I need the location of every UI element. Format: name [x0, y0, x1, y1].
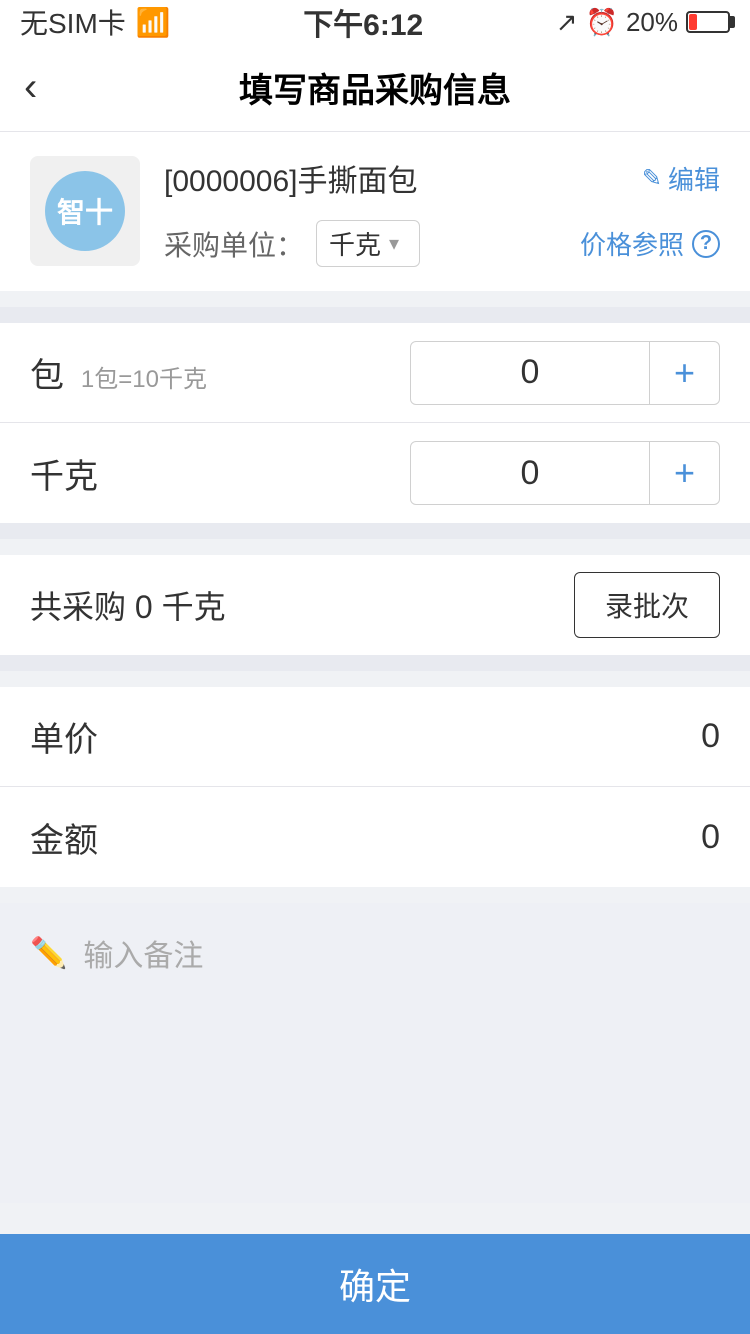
- kg-quantity-input[interactable]: 0: [410, 441, 650, 505]
- battery-icon: [686, 11, 730, 33]
- status-left: 无SIM卡 📶: [20, 2, 171, 42]
- location-icon: ↗: [556, 7, 578, 38]
- product-name: [0000006]手撕面包: [164, 156, 417, 200]
- product-image: 智十: [30, 156, 140, 266]
- total-row: 共采购 0 千克 录批次: [0, 555, 750, 655]
- input-section: 包 1包=10千克 0 + 千克 0 +: [0, 323, 750, 523]
- status-time: 下午6:12: [303, 0, 423, 44]
- kg-value: 0: [521, 454, 540, 493]
- wifi-icon: 📶: [136, 6, 171, 39]
- edit-button[interactable]: ✎ 编辑: [642, 160, 720, 197]
- price-ref-label: 价格参照: [580, 225, 684, 262]
- bao-input-right: 0 +: [410, 341, 720, 405]
- price-info-section: 单价 0 金额 0: [0, 687, 750, 887]
- bao-label-group: 包 1包=10千克: [30, 348, 207, 397]
- amount-value: 0: [701, 818, 720, 857]
- back-button[interactable]: ‹: [24, 65, 37, 110]
- kg-label: 千克: [30, 458, 98, 496]
- edit-label: 编辑: [668, 160, 720, 197]
- unit-value: 千克: [329, 225, 381, 262]
- pencil-icon: ✏️: [30, 936, 67, 971]
- product-logo: 智十: [45, 171, 125, 251]
- product-info: [0000006]手撕面包 ✎ 编辑 采购单位： 千克 ▾ 价格参照 ?: [164, 156, 720, 267]
- bao-plus-button[interactable]: +: [650, 341, 720, 405]
- unit-label: 采购单位：: [164, 224, 304, 264]
- confirm-label: 确定: [339, 1258, 411, 1310]
- kg-label-group: 千克: [30, 449, 98, 498]
- edit-icon: ✎: [642, 164, 662, 193]
- total-text: 共采购 0 千克: [30, 582, 226, 628]
- kg-plus-button[interactable]: +: [650, 441, 720, 505]
- battery-percent: 20%: [626, 7, 678, 38]
- amount-row: 金额 0: [0, 787, 750, 887]
- chevron-down-icon: ▾: [389, 231, 399, 256]
- unit-price-row: 单价 0: [0, 687, 750, 787]
- carrier-label: 无SIM卡: [20, 2, 126, 42]
- unit-price-label: 单价: [30, 712, 98, 761]
- info-icon: ?: [692, 230, 720, 258]
- bao-sub-label: 1包=10千克: [81, 366, 207, 393]
- amount-label: 金额: [30, 813, 98, 862]
- unit-price-value: 0: [701, 717, 720, 756]
- bottom-space: [0, 1003, 750, 1203]
- back-icon: ‹: [24, 65, 37, 110]
- product-name-row: [0000006]手撕面包 ✎ 编辑: [164, 156, 720, 200]
- bao-label: 包: [30, 357, 64, 395]
- separator-1: [0, 307, 750, 323]
- kg-input-row: 千克 0 +: [0, 423, 750, 523]
- separator-2: [0, 523, 750, 539]
- total-section: 共采购 0 千克 录批次: [0, 555, 750, 655]
- status-right: ↗ ⏰ 20%: [556, 7, 730, 38]
- separator-3: [0, 655, 750, 671]
- record-batch-button[interactable]: 录批次: [574, 572, 720, 638]
- unit-select-dropdown[interactable]: 千克 ▾: [316, 220, 420, 267]
- bao-quantity-input[interactable]: 0: [410, 341, 650, 405]
- main-content: 智十 [0000006]手撕面包 ✎ 编辑 采购单位： 千克 ▾: [0, 132, 750, 1203]
- bao-input-row: 包 1包=10千克 0 +: [0, 323, 750, 423]
- product-card: 智十 [0000006]手撕面包 ✎ 编辑 采购单位： 千克 ▾: [0, 132, 750, 291]
- status-bar: 无SIM卡 📶 下午6:12 ↗ ⏰ 20%: [0, 0, 750, 44]
- nav-bar: ‹ 填写商品采购信息: [0, 44, 750, 132]
- bao-value: 0: [521, 353, 540, 392]
- product-unit-row: 采购单位： 千克 ▾ 价格参照 ?: [164, 220, 720, 267]
- page-title: 填写商品采购信息: [239, 63, 511, 112]
- price-ref-button[interactable]: 价格参照 ?: [580, 225, 720, 262]
- logo-text: 智十: [57, 191, 113, 231]
- alarm-icon: ⏰: [586, 7, 618, 38]
- confirm-button[interactable]: 确定: [0, 1234, 750, 1334]
- note-placeholder: 输入备注: [83, 931, 203, 975]
- kg-input-right: 0 +: [410, 441, 720, 505]
- note-section[interactable]: ✏️ 输入备注: [0, 903, 750, 1003]
